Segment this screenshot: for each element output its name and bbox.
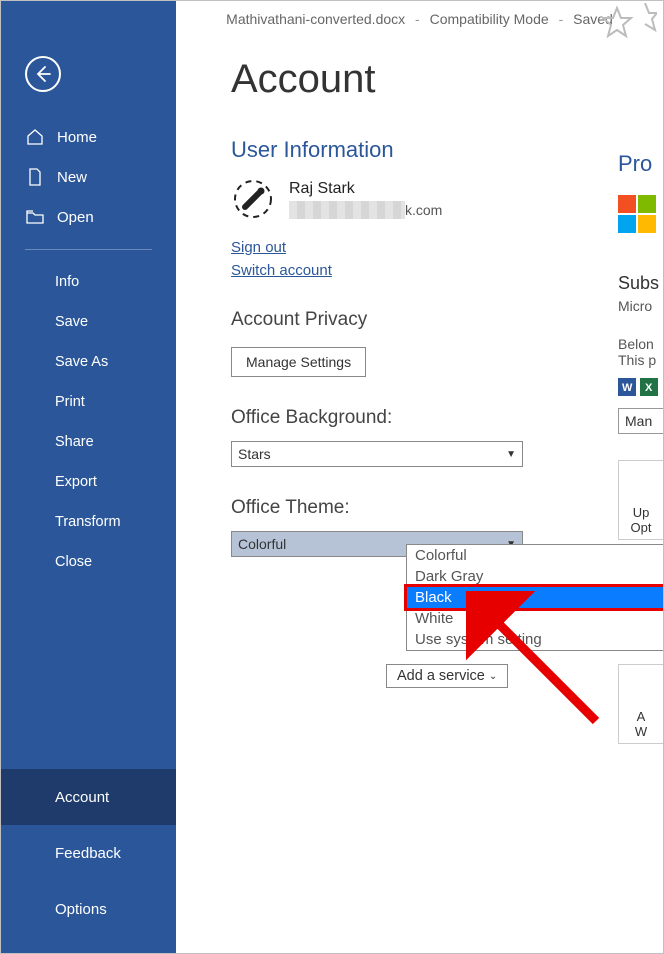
arrow-left-icon	[33, 64, 53, 84]
theme-option-darkgray[interactable]: Dark Gray	[407, 566, 664, 587]
nav-open-label: Open	[57, 209, 94, 226]
page-title: Account	[231, 57, 663, 102]
update-options-button-crop[interactable]: Up Opt	[618, 460, 663, 540]
sidebar-divider	[25, 249, 152, 250]
user-email: k.com	[289, 201, 442, 219]
back-button[interactable]	[25, 56, 61, 92]
micro-label: Micro	[618, 298, 663, 314]
nav-new-label: New	[57, 169, 87, 186]
window-titlebar: Mathivathani-converted.docx - Compatibil…	[176, 1, 663, 32]
nav-info[interactable]: Info	[1, 262, 176, 302]
add-service-button[interactable]: Add a service ⌄	[386, 664, 508, 688]
nav-home-label: Home	[57, 129, 97, 146]
nav-share-label: Share	[55, 434, 94, 450]
user-row: Raj Stark k.com	[231, 177, 663, 221]
excel-icon: X	[640, 378, 658, 396]
manage-account-button-crop[interactable]: Man	[618, 408, 663, 434]
subscription-label: Subs	[618, 273, 663, 294]
folder-open-icon	[25, 207, 45, 227]
svg-text:X: X	[645, 382, 653, 394]
nav-close[interactable]: Close	[1, 542, 176, 582]
user-display-name: Raj Stark	[289, 177, 442, 201]
office-theme-heading: Office Theme:	[231, 497, 663, 519]
theme-option-colorful[interactable]: Colorful	[407, 545, 664, 566]
office-theme-value: Colorful	[238, 536, 286, 552]
titlebar-separator: -	[409, 11, 426, 27]
svg-text:W: W	[622, 382, 633, 394]
home-icon	[25, 127, 45, 147]
nav-save-as[interactable]: Save As	[1, 342, 176, 382]
nav-save[interactable]: Save	[1, 302, 176, 342]
nav-transform[interactable]: Transform	[1, 502, 176, 542]
backstage-sidebar: Home New Open Info Save Save As Print Sh…	[1, 1, 176, 953]
sign-out-link[interactable]: Sign out	[231, 239, 286, 256]
nav-transform-label: Transform	[55, 514, 121, 530]
new-doc-icon	[25, 167, 45, 187]
office-logo-icon	[618, 195, 663, 233]
about-word-button-crop[interactable]: A W	[618, 664, 663, 744]
nav-export[interactable]: Export	[1, 462, 176, 502]
email-redacted-portion	[289, 201, 405, 219]
nav-info-label: Info	[55, 274, 79, 290]
office-background-combo[interactable]: Stars ▼	[231, 441, 523, 467]
theme-option-black[interactable]: Black	[407, 587, 664, 608]
user-info-heading: User Information	[231, 137, 663, 163]
star-icon	[597, 3, 657, 53]
nav-options[interactable]: Options	[1, 881, 176, 937]
nav-export-label: Export	[55, 474, 97, 490]
add-service-label: Add a service	[397, 668, 485, 684]
manage-settings-button[interactable]: Manage Settings	[231, 347, 366, 377]
nav-save-as-label: Save As	[55, 354, 108, 370]
nav-account[interactable]: Account	[1, 769, 176, 825]
nav-feedback-label: Feedback	[55, 845, 121, 862]
office-theme-dropdown: Colorful Dark Gray Black White Use syste…	[406, 544, 664, 651]
nav-home[interactable]: Home	[1, 117, 176, 157]
office-background-heading: Office Background:	[231, 407, 663, 429]
titlebar-separator-2: -	[553, 11, 570, 27]
nav-new[interactable]: New	[1, 157, 176, 197]
nav-open[interactable]: Open	[1, 197, 176, 237]
main-area: Mathivathani-converted.docx - Compatibil…	[176, 1, 663, 953]
email-suffix: k.com	[405, 202, 442, 218]
nav-options-label: Options	[55, 901, 107, 918]
belong-label: Belon	[618, 336, 663, 352]
theme-option-use-system[interactable]: Use system setting	[407, 629, 664, 650]
nav-close-label: Close	[55, 554, 92, 570]
nav-print-label: Print	[55, 394, 85, 410]
user-avatar-icon	[231, 177, 275, 221]
nav-print[interactable]: Print	[1, 382, 176, 422]
nav-share[interactable]: Share	[1, 422, 176, 462]
titlebar-mode: Compatibility Mode	[430, 11, 549, 27]
chevron-down-icon: ⌄	[489, 671, 497, 682]
chevron-down-icon: ▼	[506, 449, 516, 460]
office-background-value: Stars	[238, 446, 271, 462]
theme-option-white[interactable]: White	[407, 608, 664, 629]
thisp-label: This p	[618, 352, 663, 368]
nav-feedback[interactable]: Feedback	[1, 825, 176, 881]
account-privacy-heading: Account Privacy	[231, 309, 663, 331]
nav-account-label: Account	[55, 789, 109, 806]
titlebar-filename: Mathivathani-converted.docx	[226, 11, 405, 27]
switch-account-link[interactable]: Switch account	[231, 262, 332, 279]
product-info-heading: Pro	[618, 151, 663, 177]
word-icon: W	[618, 378, 636, 396]
nav-save-label: Save	[55, 314, 88, 330]
